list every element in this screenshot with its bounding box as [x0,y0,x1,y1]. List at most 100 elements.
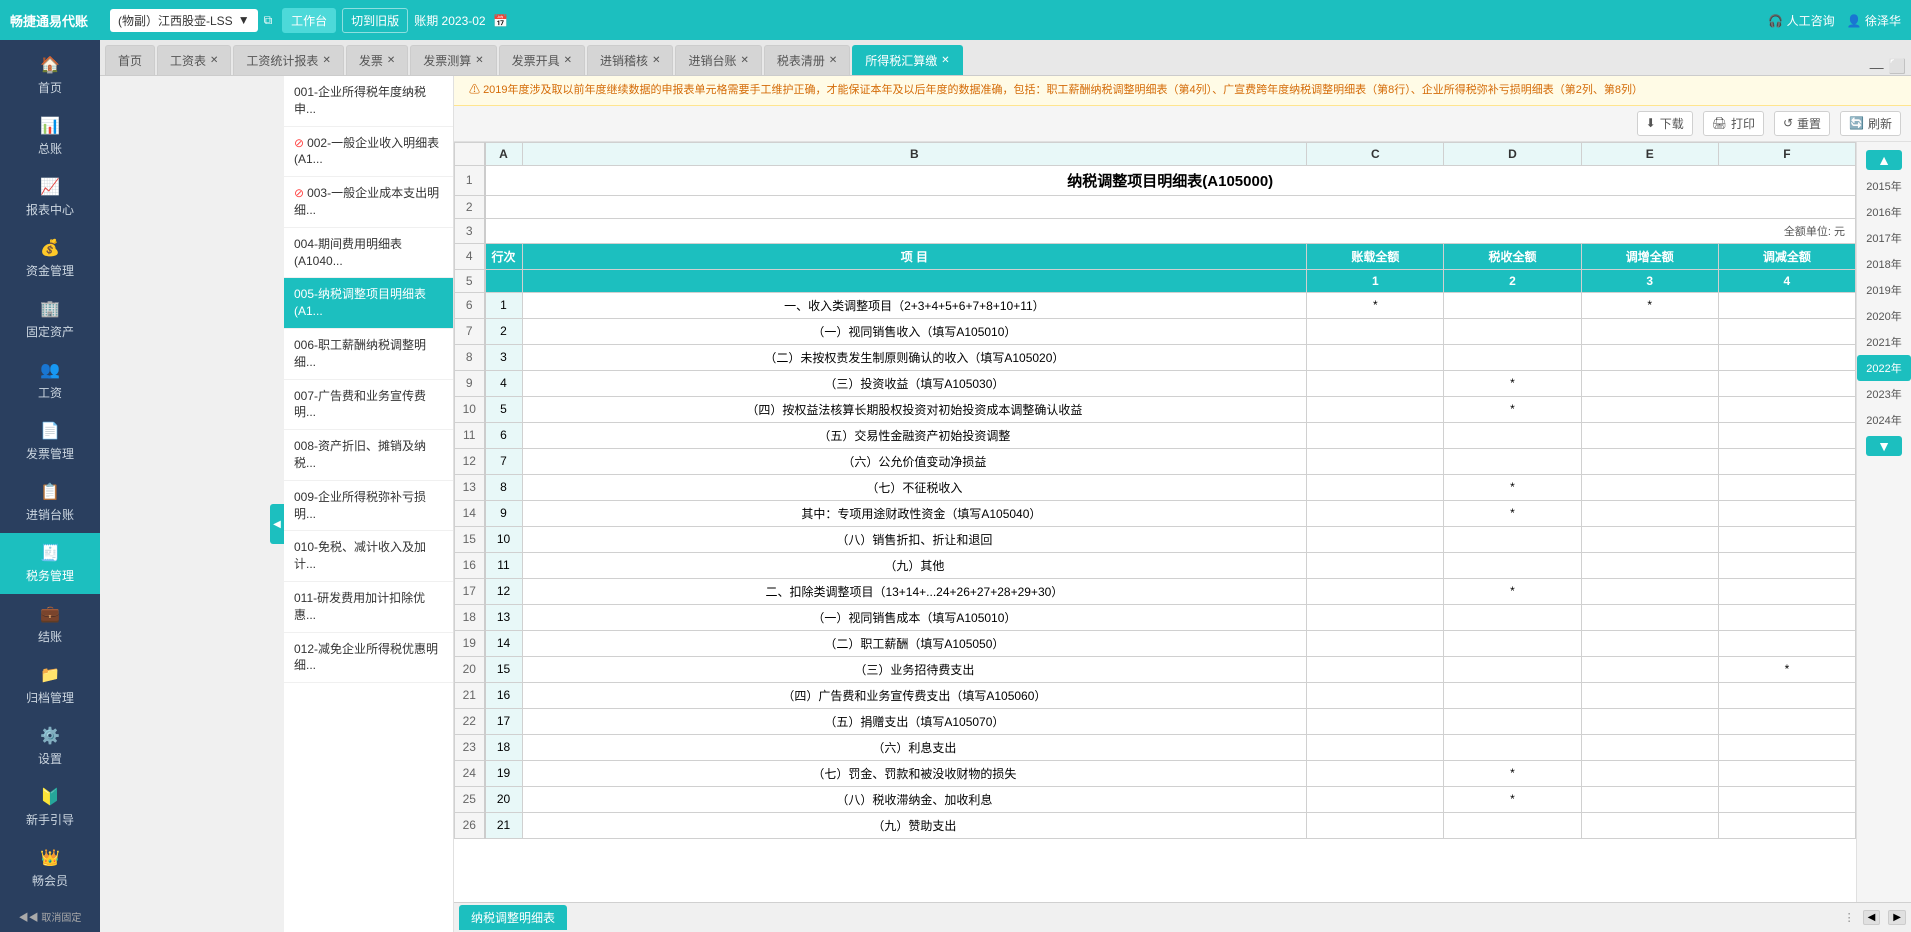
table-row: 8 3 （二）未按权责发生制原则确认的收入（填写A105020） [455,344,1856,370]
table-row: 14 9 其中：专项用途财政性资金（填写A105040） * [455,500,1856,526]
nav-item-009[interactable]: 009-企业所得税弥补亏损明... [284,481,453,532]
sidebar-item-tax[interactable]: 🧾 税务管理 [0,533,100,594]
company-selector[interactable]: (物副）江西股壶-LSS ▼ [110,9,258,32]
sidebar-item-ledger[interactable]: 📊 总账 [0,106,100,167]
nav-item-001[interactable]: 001-企业所得税年度纳税申... [284,76,453,127]
tab-close-invoice-calc[interactable]: ✕ [475,55,483,66]
nav-item-010[interactable]: 010-免税、减计收入及加计... [284,531,453,582]
scroll-left-button[interactable]: ◀ [1863,910,1881,925]
year-down-button[interactable]: ▼ [1866,436,1902,456]
window-restore-icon[interactable]: ⬜ [1889,58,1906,75]
calendar-icon[interactable]: 📅 [493,14,508,28]
spreadsheet-main[interactable]: A B C D E F [454,142,1856,903]
year-2018[interactable]: 2018年 [1857,251,1911,277]
download-button[interactable]: ⬇ 下载 [1637,111,1693,136]
sidebar-label-guide: 新手引导 [26,811,74,828]
sidebar-item-payroll[interactable]: 👥 工资 [0,350,100,411]
tab-invoice[interactable]: 发票✕ [346,45,408,75]
print-button[interactable]: 🖨 打印 [1703,111,1764,136]
col-header-F: F [1718,142,1855,165]
nav-item-002[interactable]: ⊘002-一般企业收入明细表(A1... [284,127,453,178]
tab-close-payroll[interactable]: ✕ [210,55,218,66]
sidebar-item-home[interactable]: 🏠 首页 [0,45,100,106]
tab-close-income-tax[interactable]: ✕ [941,55,949,66]
nav-item-011[interactable]: 011-研发费用加计扣除优惠... [284,582,453,633]
refresh-button[interactable]: 🔄 刷新 [1840,111,1901,136]
col-header-D: D [1444,142,1581,165]
sidebar-item-invoice[interactable]: 📄 发票管理 [0,411,100,472]
sidebar-item-purchase[interactable]: 📋 进销台账 [0,472,100,533]
bottom-bar: 纳税调整明细表 ⋮ ◀ ▶ [454,902,1911,932]
tab-close-invoice[interactable]: ✕ [387,55,395,66]
table-row: 12 7 （六）公允价值变动净损益 [455,448,1856,474]
year-2020[interactable]: 2020年 [1857,303,1911,329]
tab-close-purchase-audit[interactable]: ✕ [652,55,660,66]
tab-invoice-calc[interactable]: 发票测算✕ [410,45,496,75]
sidebar-label-close: 结账 [38,628,62,645]
user-icon: 👤 [1847,14,1862,28]
year-2023[interactable]: 2023年 [1857,381,1911,407]
tab-payroll-stats[interactable]: 工资统计报表✕ [233,45,343,75]
nav-item-007[interactable]: 007-广告费和业务宣传费明... [284,380,453,431]
col-header-A: A [485,142,523,165]
sidebar-item-close[interactable]: 💼 结账 [0,594,100,655]
year-2019[interactable]: 2019年 [1857,277,1911,303]
sidebar-item-vip[interactable]: 👑 畅会员 [0,838,100,899]
warning-icon: ⚠ [469,84,480,96]
year-2017[interactable]: 2017年 [1857,225,1911,251]
tab-tax-list[interactable]: 税表清册✕ [764,45,850,75]
tab-close-tax-list[interactable]: ✕ [829,55,837,66]
assets-icon: 🏢 [40,299,60,319]
payroll-icon: 👥 [40,360,60,380]
reset-button[interactable]: ↺ 重置 [1774,111,1830,136]
year-panel: ▲ 2015年 2016年 2017年 2018年 2019年 2020年 20… [1856,142,1911,903]
sidebar-item-assets[interactable]: 🏢 固定资产 [0,289,100,350]
window-minimize-icon[interactable]: — [1870,59,1884,75]
table-row: 18 13 （一）视同销售成本（填写A105010） [455,604,1856,630]
nav-item-012[interactable]: 012-减免企业所得税优惠明细... [284,633,453,684]
workbench-button[interactable]: 工作台 [282,8,336,33]
sidebar-label-payroll: 工资 [38,384,62,401]
nav-item-004[interactable]: 004-期间费用明细表(A1040... [284,228,453,279]
tab-payroll[interactable]: 工资表✕ [157,45,231,75]
sidebar-item-archive[interactable]: 📁 归档管理 [0,655,100,716]
error-dot-003: ⊘ [294,186,304,200]
tab-close-payroll-stats[interactable]: ✕ [322,55,330,66]
sidebar-item-settings[interactable]: ⚙️ 设置 [0,716,100,777]
archive-icon: 📁 [40,665,60,685]
copy-icon[interactable]: ⧉ [264,13,273,28]
tab-home[interactable]: 首页 [105,45,155,75]
close-accounts-icon: 💼 [40,604,60,624]
refresh-icon: 🔄 [1849,116,1864,130]
user-menu[interactable]: 👤 徐泽华 [1847,12,1901,29]
nav-item-005[interactable]: 005-纳税调整项目明细表(A1... [284,278,453,329]
year-2022[interactable]: 2022年 [1857,355,1911,381]
tab-income-tax[interactable]: 所得税汇算缴✕ [852,45,962,75]
nav-item-006[interactable]: 006-职工薪酬纳税调整明细... [284,329,453,380]
year-2021[interactable]: 2021年 [1857,329,1911,355]
year-2024[interactable]: 2024年 [1857,407,1911,433]
table-title: 纳税调整项目明细表(A105000) [485,165,1856,195]
tab-close-invoice-open[interactable]: ✕ [564,55,572,66]
tab-invoice-open[interactable]: 发票开具✕ [499,45,585,75]
sidebar-item-finance[interactable]: 💰 资金管理 [0,228,100,289]
unpin-button[interactable]: ◀◀ 取消固定 [14,901,87,932]
support-button[interactable]: 🎧 人工咨询 [1768,12,1834,29]
sheet-tab-tax-adjust[interactable]: 纳税调整明细表 [459,905,567,930]
nav-item-008[interactable]: 008-资产折旧、摊销及纳税... [284,430,453,481]
col-header-rownum [455,142,485,165]
tab-close-purchase-ledger[interactable]: ✕ [740,55,748,66]
gear-icon: ⚙️ [40,726,60,746]
sidebar: 🏠 首页 📊 总账 📈 报表中心 💰 资金管理 🏢 固定资产 👥 工资 📄 发票… [0,40,100,932]
sidebar-item-guide[interactable]: 🔰 新手引导 [0,777,100,838]
scroll-right-button[interactable]: ▶ [1888,910,1906,925]
year-2016[interactable]: 2016年 [1857,199,1911,225]
tab-purchase-audit[interactable]: 进销稽核✕ [587,45,673,75]
year-up-button[interactable]: ▲ [1866,150,1902,170]
nav-toggle-button[interactable]: ◀ [270,504,284,544]
nav-item-003[interactable]: ⊘003-一般企业成本支出明细... [284,177,453,228]
tab-purchase-ledger[interactable]: 进销台账✕ [675,45,761,75]
year-2015[interactable]: 2015年 [1857,173,1911,199]
switch-old-button[interactable]: 切到旧版 [342,8,408,33]
sidebar-item-reports[interactable]: 📈 报表中心 [0,167,100,228]
